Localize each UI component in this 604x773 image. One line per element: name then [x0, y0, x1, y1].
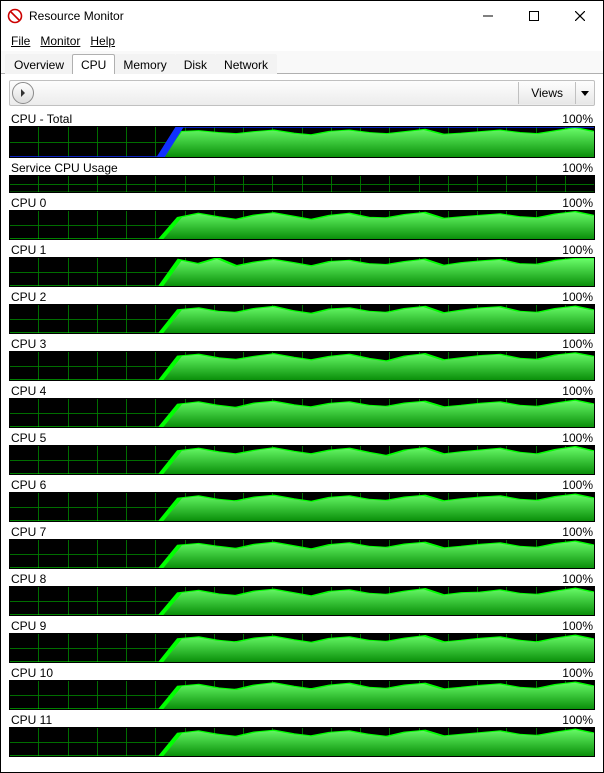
- chart-row-cpu6: CPU 6 100%: [9, 476, 595, 522]
- chart-ymax: 100%: [562, 572, 593, 586]
- chart-ymax: 100%: [562, 525, 593, 539]
- chart-graph: [9, 492, 595, 522]
- chart-labels: CPU 8 100%: [9, 570, 595, 586]
- chart-labels: CPU 4 100%: [9, 382, 595, 398]
- chart-row-cpu11: CPU 11 100%: [9, 711, 595, 757]
- chart-graph: [9, 586, 595, 616]
- chart-title: CPU 0: [11, 196, 46, 210]
- chart-ymax: 100%: [562, 112, 593, 126]
- chart-title: CPU 4: [11, 384, 46, 398]
- chart-labels: CPU 5 100%: [9, 429, 595, 445]
- chart-labels: CPU 7 100%: [9, 523, 595, 539]
- tab-disk[interactable]: Disk: [175, 54, 216, 74]
- app-icon: [7, 8, 23, 24]
- views-right: Views: [518, 81, 594, 105]
- chart-labels: CPU 2 100%: [9, 288, 595, 304]
- chart-graph: [9, 727, 595, 757]
- titlebar: Resource Monitor: [1, 1, 603, 31]
- maximize-button[interactable]: [511, 1, 557, 31]
- chart-labels: CPU 0 100%: [9, 194, 595, 210]
- chart-graph: [9, 304, 595, 334]
- chart-graph: [9, 210, 595, 240]
- chart-labels: CPU 6 100%: [9, 476, 595, 492]
- chart-row-cpu7: CPU 7 100%: [9, 523, 595, 569]
- chart-ymax: 100%: [562, 666, 593, 680]
- chart-graph: [9, 398, 595, 428]
- chart-labels: CPU 1 100%: [9, 241, 595, 257]
- chart-ymax: 100%: [562, 243, 593, 257]
- chart-title: CPU 7: [11, 525, 46, 539]
- menu-monitor[interactable]: Monitor: [36, 33, 84, 49]
- chart-labels: CPU 3 100%: [9, 335, 595, 351]
- titlebar-left: Resource Monitor: [1, 8, 124, 24]
- chart-ymax: 100%: [562, 384, 593, 398]
- chart-row-cpu1: CPU 1 100%: [9, 241, 595, 287]
- window-controls: [465, 1, 603, 31]
- chart-row-cpu4: CPU 4 100%: [9, 382, 595, 428]
- chart-title: CPU - Total: [11, 112, 72, 126]
- chart-labels: CPU - Total 100%: [9, 110, 595, 126]
- window-title: Resource Monitor: [29, 9, 124, 23]
- chart-labels: CPU 9 100%: [9, 617, 595, 633]
- minimize-button[interactable]: [465, 1, 511, 31]
- chart-graph: [9, 126, 595, 158]
- chart-title: Service CPU Usage: [11, 161, 118, 175]
- chart-ymax: 100%: [562, 431, 593, 445]
- menubar: File Monitor Help: [1, 31, 603, 51]
- chart-row-cpu3: CPU 3 100%: [9, 335, 595, 381]
- chart-ymax: 100%: [562, 337, 593, 351]
- chart-graph: [9, 175, 595, 193]
- chart-graph: [9, 539, 595, 569]
- menu-help[interactable]: Help: [86, 33, 119, 49]
- tabbar: Overview CPU Memory Disk Network: [1, 51, 603, 74]
- tab-cpu[interactable]: CPU: [72, 54, 115, 74]
- chart-row-cpu0: CPU 0 100%: [9, 194, 595, 240]
- tab-overview[interactable]: Overview: [5, 54, 73, 74]
- chart-labels: CPU 11 100%: [9, 711, 595, 727]
- chart-labels: CPU 10 100%: [9, 664, 595, 680]
- chart-ymax: 100%: [562, 161, 593, 175]
- chart-row-cpu-total: CPU - Total 100%: [9, 110, 595, 158]
- chart-title: CPU 1: [11, 243, 46, 257]
- chart-ymax: 100%: [562, 713, 593, 727]
- window: Resource Monitor File Monitor Help Overv…: [0, 0, 604, 773]
- chart-title: CPU 2: [11, 290, 46, 304]
- chart-ymax: 100%: [562, 290, 593, 304]
- chart-title: CPU 5: [11, 431, 46, 445]
- chart-ymax: 100%: [562, 196, 593, 210]
- chart-row-cpu9: CPU 9 100%: [9, 617, 595, 663]
- charts-panel: CPU - Total100%Service CPU Usage100%CPU …: [1, 110, 603, 772]
- views-button[interactable]: Views: [518, 82, 575, 104]
- chart-labels: Service CPU Usage 100%: [9, 159, 595, 175]
- chart-graph: [9, 680, 595, 710]
- expand-collapse-button[interactable]: [12, 82, 34, 104]
- chart-graph: [9, 445, 595, 475]
- chart-row-cpu8: CPU 8 100%: [9, 570, 595, 616]
- chart-title: CPU 9: [11, 619, 46, 633]
- chart-graph: [9, 351, 595, 381]
- chart-row-cpu2: CPU 2 100%: [9, 288, 595, 334]
- chart-title: CPU 11: [11, 713, 52, 727]
- chart-ymax: 100%: [562, 478, 593, 492]
- chart-graph: [9, 633, 595, 663]
- views-dropdown[interactable]: [575, 82, 594, 104]
- chart-row-cpu10: CPU 10 100%: [9, 664, 595, 710]
- close-button[interactable]: [557, 1, 603, 31]
- menu-file[interactable]: File: [7, 33, 34, 49]
- tab-memory[interactable]: Memory: [114, 54, 175, 74]
- chart-title: CPU 10: [11, 666, 53, 680]
- chart-row-service-cpu: Service CPU Usage 100%: [9, 159, 595, 193]
- chart-ymax: 100%: [562, 619, 593, 633]
- chart-title: CPU 8: [11, 572, 46, 586]
- tab-network[interactable]: Network: [215, 54, 277, 74]
- chart-title: CPU 3: [11, 337, 46, 351]
- chart-row-cpu5: CPU 5 100%: [9, 429, 595, 475]
- chart-title: CPU 6: [11, 478, 46, 492]
- chart-graph: [9, 257, 595, 287]
- views-bar: Views: [9, 80, 595, 106]
